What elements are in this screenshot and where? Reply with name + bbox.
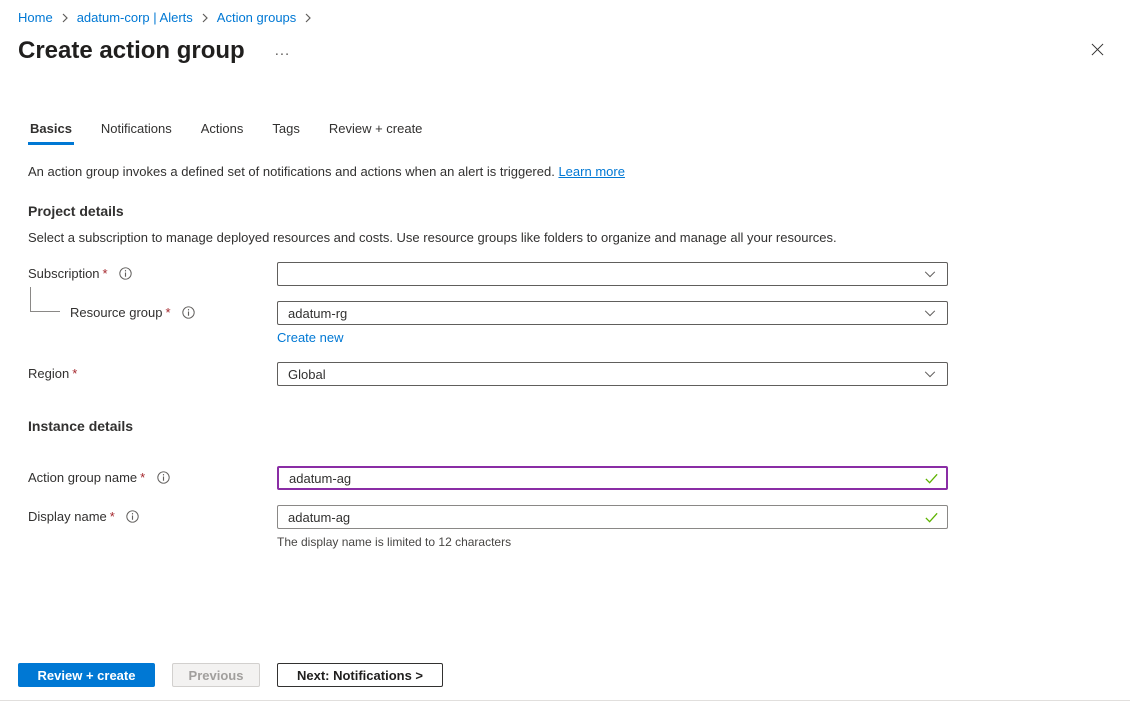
subscription-label: Subscription * bbox=[28, 262, 277, 286]
region-value: Global bbox=[288, 366, 326, 382]
chevron-down-icon bbox=[923, 267, 937, 281]
review-create-button[interactable]: Review + create bbox=[18, 663, 155, 687]
action-group-name-input[interactable] bbox=[277, 466, 948, 490]
action-group-name-label: Action group name * bbox=[28, 466, 277, 490]
required-asterisk: * bbox=[140, 470, 146, 485]
create-new-link[interactable]: Create new bbox=[277, 330, 343, 345]
breadcrumb-action-groups[interactable]: Action groups bbox=[217, 10, 297, 25]
chevron-down-icon bbox=[923, 306, 937, 320]
learn-more-link[interactable]: Learn more bbox=[558, 164, 624, 179]
project-details-heading: Project details bbox=[28, 203, 124, 219]
required-asterisk: * bbox=[72, 366, 78, 381]
create-action-group-page: Home adatum-corp | Alerts Action groups … bbox=[0, 0, 1130, 707]
close-icon[interactable] bbox=[1091, 43, 1104, 56]
intro-description: An action group invokes a defined set of… bbox=[28, 164, 555, 179]
resource-group-row: Resource group * adatum-rg Create new bbox=[28, 287, 1130, 347]
hierarchy-connector bbox=[30, 287, 60, 312]
required-asterisk: * bbox=[109, 509, 115, 524]
required-asterisk: * bbox=[165, 305, 171, 320]
breadcrumb-alerts[interactable]: adatum-corp | Alerts bbox=[77, 10, 193, 25]
display-name-control: The display name is limited to 12 charac… bbox=[277, 505, 948, 549]
subscription-control bbox=[277, 262, 948, 286]
region-label: Region * bbox=[28, 366, 78, 381]
resource-group-value: adatum-rg bbox=[288, 305, 348, 321]
display-name-helper: The display name is limited to 12 charac… bbox=[277, 535, 512, 549]
page-title: Create action group bbox=[18, 37, 245, 64]
info-icon[interactable] bbox=[157, 471, 170, 484]
tab-basics[interactable]: Basics bbox=[28, 121, 74, 145]
title-row: Create action group ... bbox=[18, 37, 1130, 65]
display-name-row: Display name* The display name is limite… bbox=[28, 505, 1130, 549]
chevron-down-icon bbox=[923, 367, 937, 381]
more-options-icon[interactable]: ... bbox=[275, 43, 291, 58]
tab-notifications[interactable]: Notifications bbox=[99, 121, 174, 145]
project-details-description: Select a subscription to manage deployed… bbox=[28, 230, 837, 245]
resource-group-label: Resource group * bbox=[28, 287, 277, 325]
info-icon[interactable] bbox=[119, 267, 132, 280]
previous-button[interactable]: Previous bbox=[172, 663, 260, 687]
region-control: Global bbox=[277, 362, 948, 386]
info-icon[interactable] bbox=[182, 306, 195, 319]
breadcrumb-home[interactable]: Home bbox=[18, 10, 53, 25]
valid-check-icon bbox=[924, 471, 939, 486]
page-bottom-divider bbox=[0, 700, 1130, 701]
region-row: Region * Global bbox=[28, 362, 1130, 386]
instance-details-heading: Instance details bbox=[28, 418, 134, 434]
next-notifications-button[interactable]: Next: Notifications > bbox=[277, 663, 443, 687]
tab-bar: Basics Notifications Actions Tags Review… bbox=[28, 121, 1130, 145]
intro-text: An action group invokes a defined set of… bbox=[28, 164, 1130, 179]
resource-group-dropdown[interactable]: adatum-rg bbox=[277, 301, 948, 325]
tab-tags[interactable]: Tags bbox=[270, 121, 301, 145]
tab-review-create[interactable]: Review + create bbox=[327, 121, 425, 145]
valid-check-icon bbox=[924, 510, 939, 525]
chevron-right-icon bbox=[303, 13, 313, 23]
tab-actions[interactable]: Actions bbox=[199, 121, 246, 145]
info-icon[interactable] bbox=[126, 510, 140, 523]
subscription-dropdown[interactable] bbox=[277, 262, 948, 286]
resource-group-control: adatum-rg Create new bbox=[277, 301, 948, 347]
subscription-row: Subscription * bbox=[28, 262, 1130, 286]
breadcrumb: Home adatum-corp | Alerts Action groups bbox=[0, 0, 1130, 25]
region-dropdown[interactable]: Global bbox=[277, 362, 948, 386]
required-asterisk: * bbox=[102, 266, 108, 281]
chevron-right-icon bbox=[200, 13, 210, 23]
display-name-input[interactable] bbox=[277, 505, 948, 529]
action-group-name-row: Action group name * bbox=[28, 466, 1130, 490]
display-name-label: Display name * bbox=[28, 505, 277, 529]
basics-form: Subscription * Resource group * adatum-r… bbox=[28, 262, 1130, 549]
action-group-name-control bbox=[277, 466, 948, 490]
footer-actions: Review + create Previous Next: Notificat… bbox=[18, 663, 443, 687]
chevron-right-icon bbox=[60, 13, 70, 23]
